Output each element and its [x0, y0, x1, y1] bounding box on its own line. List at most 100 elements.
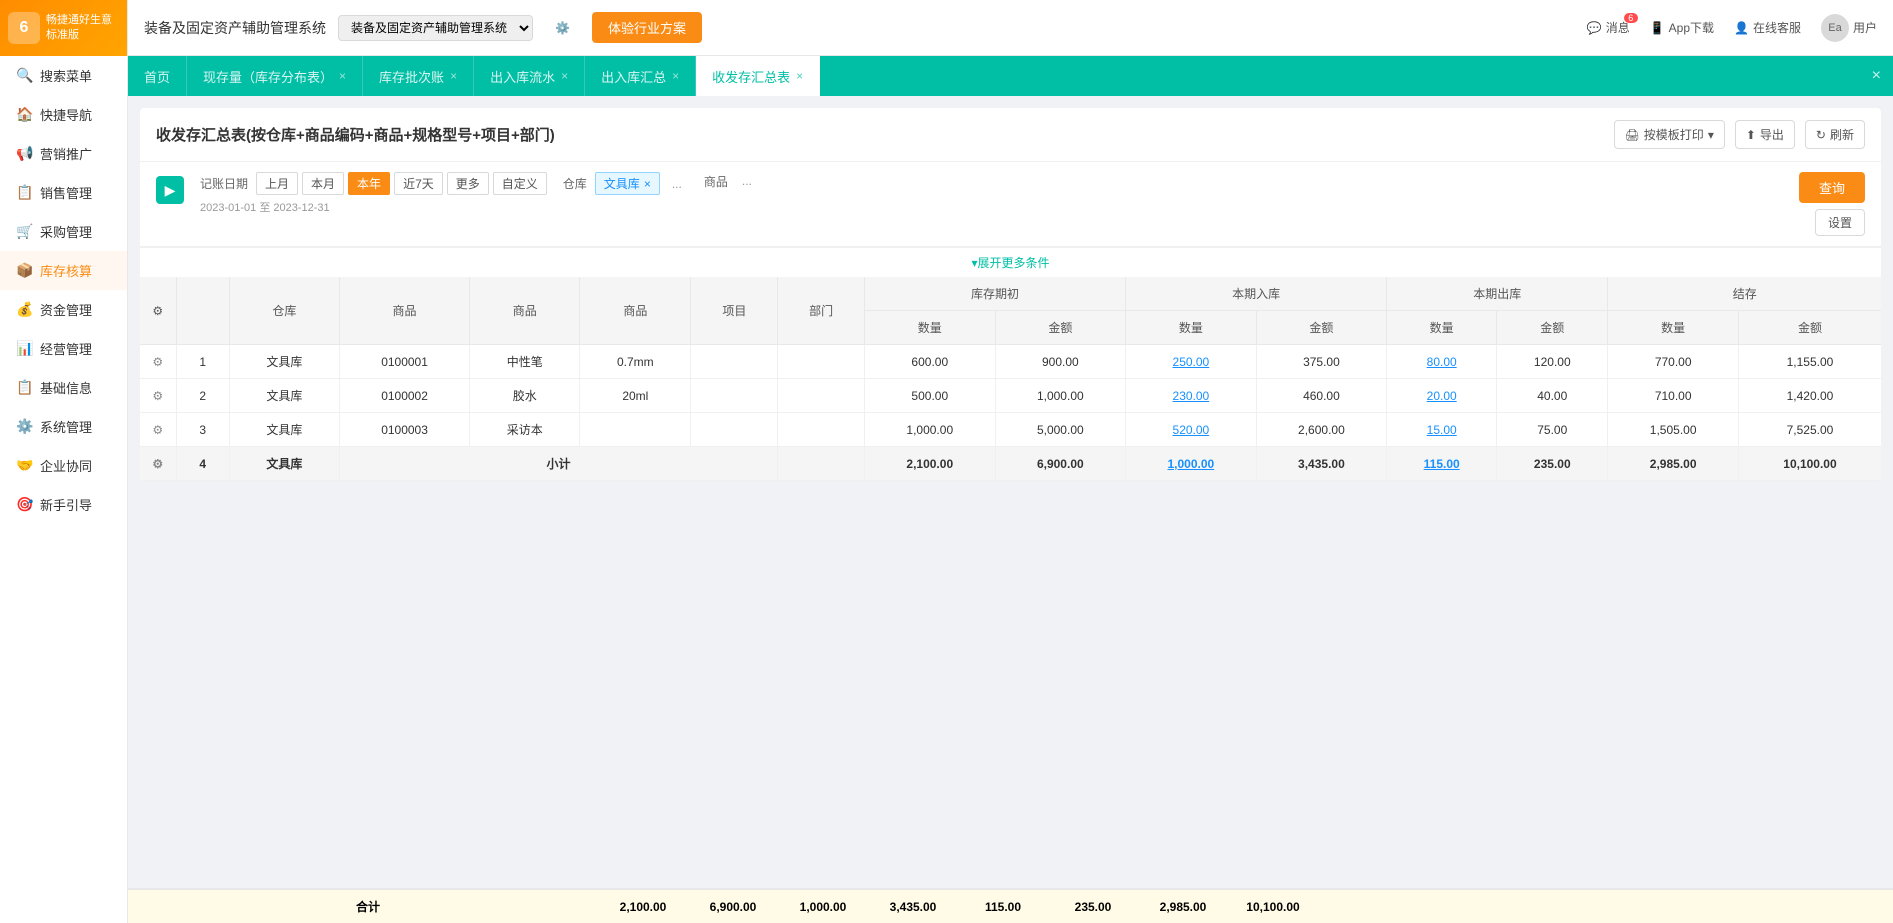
avatar: Ea [1821, 14, 1849, 42]
tab-close-inventory-dist[interactable]: × [339, 69, 346, 83]
sidebar-item-marketing[interactable]: 📢 营销推广 [0, 134, 127, 173]
row-goods-spec-2 [580, 413, 691, 447]
notification-badge: 6 [1624, 13, 1638, 23]
date-curr-year-btn[interactable]: 本年 [348, 172, 390, 195]
filter-settings-btn[interactable]: 设置 [1815, 209, 1865, 236]
notification-btn[interactable]: 💬 消息 6 [1587, 19, 1630, 36]
sidebar-item-operation[interactable]: 📊 经营管理 [0, 329, 127, 368]
row-dept-2 [778, 413, 865, 447]
total-opening-amt: 6,900.00 [688, 900, 778, 914]
subtotal-row: ⚙ 4 文具库 小计 2,100.00 6,900.00 1,000.00 3,… [140, 447, 1881, 481]
goods-filter-group: 商品 ... [704, 172, 758, 190]
total-in-amt: 3,435.00 [868, 900, 958, 914]
app-download-btn[interactable]: 📱 App下载 [1650, 19, 1714, 36]
row-out-amt-2: 75.00 [1497, 413, 1608, 447]
subtotal-out-qty[interactable]: 115.00 [1387, 447, 1497, 481]
filter-toggle-btn[interactable]: ▶ [156, 176, 184, 204]
settings-gear-btn[interactable]: ⚙️ [545, 16, 580, 40]
total-label: 合计 [138, 898, 598, 915]
col-row-num [176, 277, 229, 345]
row-in-qty-0[interactable]: 250.00 [1126, 345, 1257, 379]
data-table: ⚙ 仓库 商品 商品 商品 项目 部门 库存期初 本期入库 本期出库 结存 [140, 277, 1881, 481]
row-out-qty-0[interactable]: 80.00 [1387, 345, 1497, 379]
expand-more-row[interactable]: ▾ 展开更多条件 [140, 247, 1881, 277]
col-opening-header: 库存期初 [865, 277, 1126, 311]
tab-close-in-out-summary[interactable]: × [672, 69, 679, 83]
tab-close-stock-summary[interactable]: × [796, 69, 803, 83]
row-closing-amt-2: 7,525.00 [1738, 413, 1881, 447]
system-selector[interactable]: 装备及固定资产辅助管理系统 [338, 15, 533, 41]
tab-batch-ledger[interactable]: 库存批次账 × [363, 56, 474, 96]
print-template-btn[interactable]: 🖨 按模板打印 ▾ [1614, 120, 1725, 149]
row-in-qty-2[interactable]: 520.00 [1126, 413, 1257, 447]
sidebar-item-finance[interactable]: 💰 资金管理 [0, 290, 127, 329]
row-in-qty-1[interactable]: 230.00 [1126, 379, 1257, 413]
tab-inventory-dist[interactable]: 现存量（库存分布表） × [187, 56, 363, 96]
date-curr-month-btn[interactable]: 本月 [302, 172, 344, 195]
search-icon: 🔍 [16, 67, 32, 84]
date-recent7-btn[interactable]: 近7天 [394, 172, 443, 195]
tab-close-in-out-flow[interactable]: × [561, 69, 568, 83]
tab-in-out-summary[interactable]: 出入库汇总 × [585, 56, 696, 96]
sidebar-item-search[interactable]: 🔍 搜索菜单 [0, 56, 127, 95]
subtotal-dept [778, 447, 865, 481]
export-btn[interactable]: ⬆ 导出 [1735, 120, 1795, 149]
date-prev-month-btn[interactable]: 上月 [256, 172, 298, 195]
print-icon: 🖨 [1625, 128, 1640, 142]
tab-in-out-flow[interactable]: 出入库流水 × [474, 56, 585, 96]
sidebar-item-guide[interactable]: 🎯 新手引导 [0, 485, 127, 524]
page-header: 收发存汇总表(按仓库+商品编码+商品+规格型号+项目+部门) 🖨 按模板打印 ▾… [140, 108, 1881, 162]
online-service-btn[interactable]: 👤 在线客服 [1734, 19, 1801, 36]
refresh-btn[interactable]: ↻ 刷新 [1805, 120, 1865, 149]
sidebar-item-quick-nav[interactable]: 🏠 快捷导航 [0, 95, 127, 134]
try-button[interactable]: 体验行业方案 [592, 12, 702, 43]
sidebar-item-enterprise[interactable]: 🤝 企业协同 [0, 446, 127, 485]
row-settings-0[interactable]: ⚙ [140, 345, 176, 379]
goods-more-btn[interactable]: ... [736, 172, 758, 190]
purchase-icon: 🛒 [16, 223, 32, 240]
date-more-btn[interactable]: 更多 [447, 172, 489, 195]
tab-close-batch-ledger[interactable]: × [450, 69, 457, 83]
phone-icon: 📱 [1650, 21, 1665, 35]
main-card: 收发存汇总表(按仓库+商品编码+商品+规格型号+项目+部门) 🖨 按模板打印 ▾… [140, 108, 1881, 481]
date-custom-btn[interactable]: 自定义 [493, 172, 547, 195]
subtotal-in-qty[interactable]: 1,000.00 [1126, 447, 1257, 481]
system-icon: ⚙️ [16, 418, 32, 435]
subtotal-settings[interactable]: ⚙ [140, 447, 176, 481]
col-closing-amt: 金额 [1738, 311, 1881, 345]
row-settings-2[interactable]: ⚙ [140, 413, 176, 447]
sidebar-item-basic-info[interactable]: 📋 基础信息 [0, 368, 127, 407]
date-filter-row: 记账日期 上月 本月 本年 近7天 更多 自定义 [200, 172, 547, 195]
sidebar-item-system[interactable]: ⚙️ 系统管理 [0, 407, 127, 446]
sidebar-item-inventory[interactable]: 📦 库存核算 [0, 251, 127, 290]
col-settings[interactable]: ⚙ [140, 277, 176, 345]
warehouse-more-btn[interactable]: ... [666, 175, 688, 193]
row-opening-qty-1: 500.00 [865, 379, 996, 413]
subtotal-closing-amt: 10,100.00 [1738, 447, 1881, 481]
warehouse-tag-close[interactable]: × [644, 177, 651, 191]
basic-info-icon: 📋 [16, 379, 32, 396]
total-out-qty: 115.00 [958, 900, 1048, 914]
sidebar-item-purchase[interactable]: 🛒 采购管理 [0, 212, 127, 251]
warehouse-tag[interactable]: 文具库 × [595, 172, 660, 195]
user-btn[interactable]: Ea 用户 [1821, 14, 1877, 42]
col-in-header: 本期入库 [1126, 277, 1387, 311]
sidebar-item-sales[interactable]: 📋 销售管理 [0, 173, 127, 212]
tab-stock-summary[interactable]: 收发存汇总表 × [696, 56, 820, 96]
subtotal-out-amt: 235.00 [1497, 447, 1608, 481]
row-in-amt-0: 375.00 [1256, 345, 1387, 379]
row-opening-amt-1: 1,000.00 [995, 379, 1126, 413]
col-in-qty: 数量 [1126, 311, 1257, 345]
warehouse-filter-group: 仓库 文具库 × ... [563, 172, 688, 195]
row-out-qty-2[interactable]: 15.00 [1387, 413, 1497, 447]
marketing-icon: 📢 [16, 145, 32, 162]
row-out-qty-1[interactable]: 20.00 [1387, 379, 1497, 413]
row-closing-amt-0: 1,155.00 [1738, 345, 1881, 379]
tab-home[interactable]: 首页 [128, 56, 187, 96]
tab-close-all-btn[interactable]: × [1860, 56, 1893, 96]
query-btn[interactable]: 查询 [1799, 172, 1865, 203]
row-settings-1[interactable]: ⚙ [140, 379, 176, 413]
row-out-amt-0: 120.00 [1497, 345, 1608, 379]
col-out-qty: 数量 [1387, 311, 1497, 345]
col-goods-spec-header: 商品 [580, 277, 691, 345]
